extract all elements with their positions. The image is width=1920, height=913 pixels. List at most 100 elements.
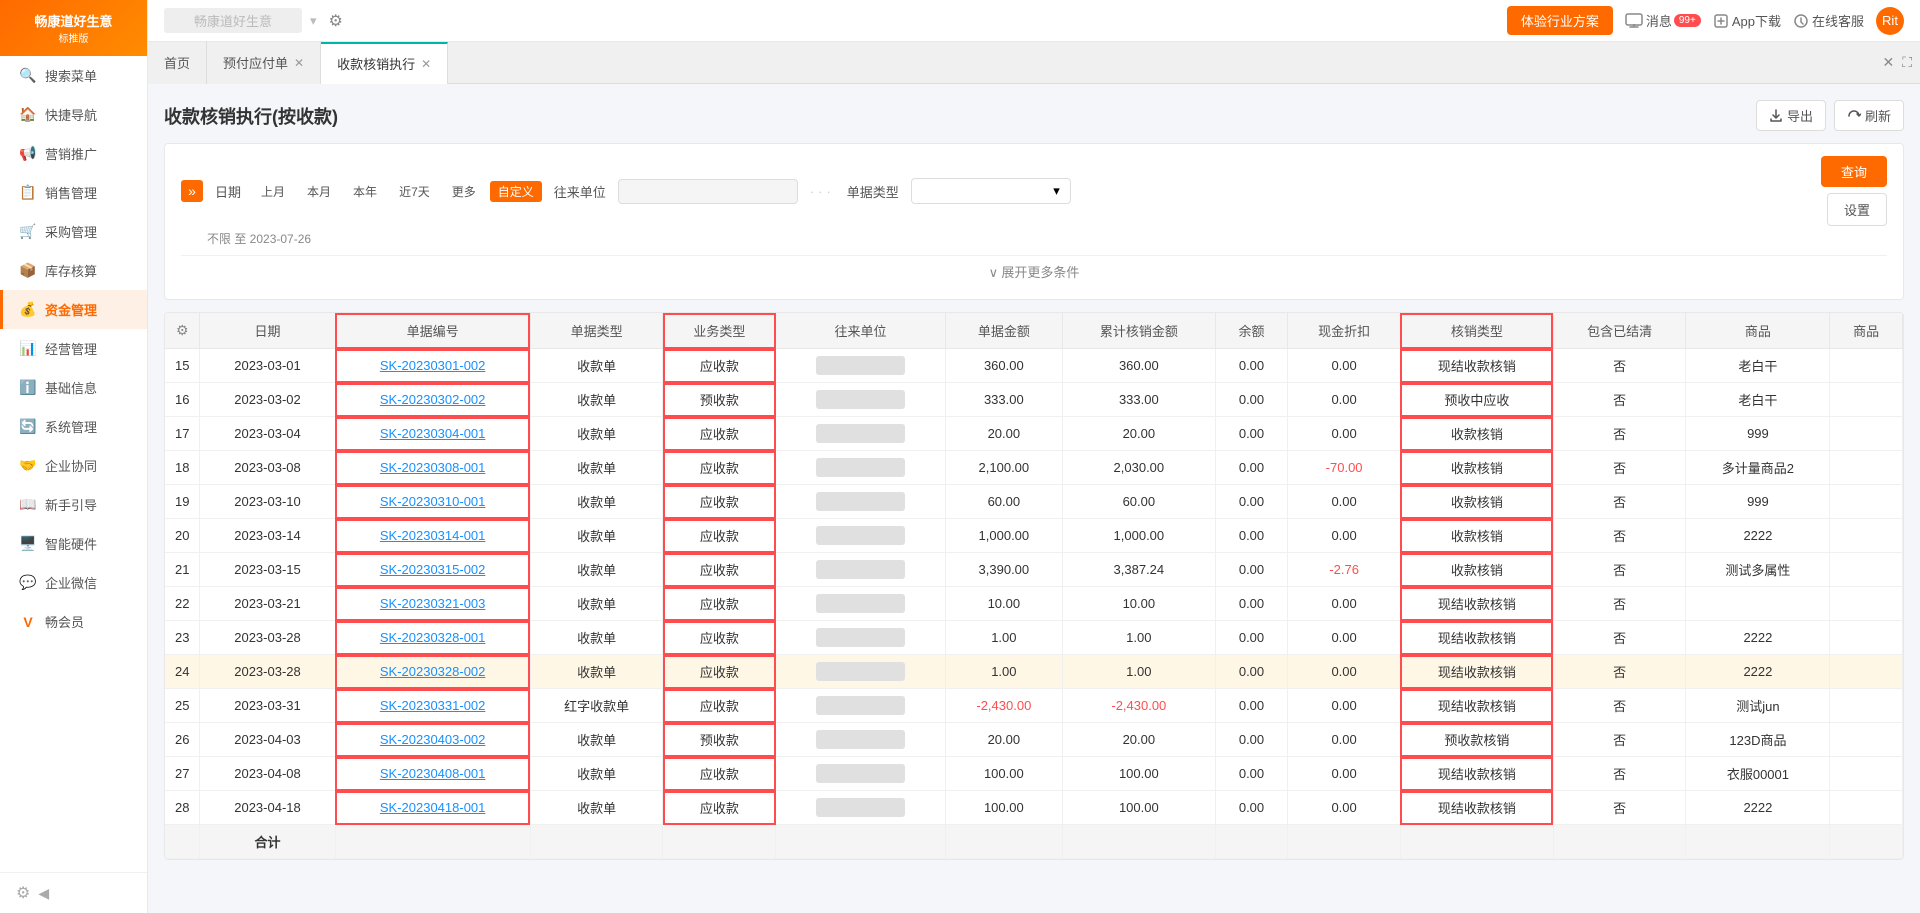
solution-button[interactable]: 体验行业方案 <box>1507 6 1613 35</box>
sidebar-item-wechat[interactable]: 💬 企业微信 <box>0 563 147 602</box>
message-icon[interactable]: 消息 99+ <box>1625 11 1701 30</box>
refresh-button[interactable]: 刷新 <box>1834 100 1904 131</box>
table-cell[interactable]: SK-20230321-003 <box>335 587 530 621</box>
table-cell: 10.00 <box>945 587 1062 621</box>
breadcrumb: 畅康道好生意 ▾ ⚙ <box>164 8 1495 33</box>
sidebar-item-shortcut[interactable]: 🏠 快捷导航 <box>0 95 147 134</box>
table-cell: 预收中应收 <box>1400 383 1553 417</box>
summary-cell <box>663 825 776 859</box>
table-cell[interactable]: SK-20230315-002 <box>335 553 530 587</box>
table-cell <box>776 451 946 485</box>
sidebar-item-finance[interactable]: 💰 资金管理 <box>0 290 147 329</box>
table-cell: 100.00 <box>1062 791 1215 825</box>
date-opt-last-month[interactable]: 上月 <box>253 181 293 202</box>
sidebar-item-system[interactable]: 🔄 系统管理 <box>0 407 147 446</box>
table-cell[interactable]: SK-20230418-001 <box>335 791 530 825</box>
th-goods2: 商品 <box>1830 313 1903 349</box>
table-cell: 2222 <box>1686 519 1830 553</box>
inventory-icon: 📦 <box>19 262 37 280</box>
sidebar-item-guide[interactable]: 📖 新手引导 <box>0 485 147 524</box>
th-settled: 包含已结清 <box>1553 313 1686 349</box>
tab-expand-icon[interactable]: ⛶ <box>1902 54 1912 71</box>
online-service-link[interactable]: 在线客服 <box>1793 11 1864 30</box>
tab-receipt-close[interactable]: ✕ <box>421 57 431 71</box>
table-card: ⚙ 日期 单据编号 单据类型 业务类型 往来单位 单据金额 累计核销金额 余额 … <box>164 312 1904 860</box>
tab-home[interactable]: 首页 <box>148 42 207 84</box>
table-cell <box>776 621 946 655</box>
table-cell: 0.00 <box>1215 519 1288 553</box>
gear-icon[interactable]: ⚙ <box>176 322 189 338</box>
table-cell: 收款单 <box>530 553 663 587</box>
table-cell: 3,390.00 <box>945 553 1062 587</box>
export-button[interactable]: 导出 <box>1756 100 1826 131</box>
sidebar-settings-icon[interactable]: ⚙ <box>16 883 30 903</box>
sidebar-collapse-icon[interactable]: ◀ <box>38 885 49 902</box>
topbar-gear-icon[interactable]: ⚙ <box>329 11 343 31</box>
sidebar-item-search[interactable]: 🔍 搜索菜单 <box>0 56 147 95</box>
dots-placeholder: ··· <box>810 184 835 199</box>
voucher-type-select[interactable]: ▾ <box>911 178 1071 204</box>
table-cell[interactable]: SK-20230302-002 <box>335 383 530 417</box>
sidebar-item-member[interactable]: V 畅会员 <box>0 602 147 641</box>
sidebar-item-hardware[interactable]: 🖥️ 智能硬件 <box>0 524 147 563</box>
table-cell: 0.00 <box>1288 655 1401 689</box>
tab-receipt[interactable]: 收款核销执行 ✕ <box>321 42 448 84</box>
marketing-icon: 📢 <box>19 145 37 163</box>
tab-prepay-close[interactable]: ✕ <box>294 56 304 70</box>
expand-more-btn[interactable]: ∨ 展开更多条件 <box>181 255 1887 287</box>
table-cell: 3,387.24 <box>1062 553 1215 587</box>
sidebar-item-enterprise[interactable]: 🤝 企业协同 <box>0 446 147 485</box>
table-cell[interactable]: SK-20230314-001 <box>335 519 530 553</box>
table-cell[interactable]: SK-20230301-002 <box>335 349 530 383</box>
sidebar-item-basic[interactable]: ℹ️ 基础信息 <box>0 368 147 407</box>
table-cell: 应收款 <box>663 621 776 655</box>
table-cell[interactable]: SK-20230310-001 <box>335 485 530 519</box>
table-cell: 17 <box>165 417 200 451</box>
table-cell: 预收款 <box>663 723 776 757</box>
table-cell: 100.00 <box>945 791 1062 825</box>
table-cell[interactable]: SK-20230308-001 <box>335 451 530 485</box>
filter-settings-button[interactable]: 设置 <box>1827 193 1887 226</box>
table-cell: 现结收款核销 <box>1400 689 1553 723</box>
table-cell[interactable]: SK-20230331-002 <box>335 689 530 723</box>
table-row: 162023-03-02SK-20230302-002收款单预收款 333.00… <box>165 383 1903 417</box>
user-avatar[interactable]: Rit <box>1876 7 1904 35</box>
filter-row-main: » 日期 上月 本月 本年 近7天 更多 自定义 往来单位 ··· 单据类型 <box>181 156 1887 226</box>
table-cell[interactable]: SK-20230328-001 <box>335 621 530 655</box>
app-download-link[interactable]: App下载 <box>1713 11 1781 30</box>
tab-close-all-icon[interactable]: ✕ <box>1882 54 1894 71</box>
sidebar-item-sales[interactable]: 📋 销售管理 <box>0 173 147 212</box>
dropdown-arrow[interactable]: ▾ <box>310 13 317 29</box>
filter-expand-toggle[interactable]: » <box>181 180 203 202</box>
table-cell: 25 <box>165 689 200 723</box>
table-cell <box>1830 723 1903 757</box>
table-cell: 0.00 <box>1215 621 1288 655</box>
tab-prepay[interactable]: 预付应付单 ✕ <box>207 42 321 84</box>
table-cell: 应收款 <box>663 655 776 689</box>
table-cell: 2222 <box>1686 621 1830 655</box>
table-cell[interactable]: SK-20230304-001 <box>335 417 530 451</box>
table-cell[interactable]: SK-20230408-001 <box>335 757 530 791</box>
sidebar-item-marketing[interactable]: 📢 营销推广 <box>0 134 147 173</box>
date-opt-this-month[interactable]: 本月 <box>299 181 339 202</box>
th-gear[interactable]: ⚙ <box>165 313 200 349</box>
table-cell: 123D商品 <box>1686 723 1830 757</box>
table-cell: 应收款 <box>663 519 776 553</box>
page-title: 收款核销执行(按收款) <box>164 103 338 129</box>
table-cell: 老白干 <box>1686 349 1830 383</box>
party-input[interactable] <box>618 179 798 204</box>
table-cell: 否 <box>1553 553 1686 587</box>
table-cell: 0.00 <box>1288 587 1401 621</box>
table-cell <box>1830 587 1903 621</box>
table-cell[interactable]: SK-20230403-002 <box>335 723 530 757</box>
sidebar-item-purchase[interactable]: 🛒 采购管理 <box>0 212 147 251</box>
query-button[interactable]: 查询 <box>1821 156 1887 187</box>
sidebar-item-inventory[interactable]: 📦 库存核算 <box>0 251 147 290</box>
date-opt-7days[interactable]: 近7天 <box>391 181 438 202</box>
date-opt-this-year[interactable]: 本年 <box>345 181 385 202</box>
sidebar-item-operations[interactable]: 📊 经营管理 <box>0 329 147 368</box>
table-cell[interactable]: SK-20230328-002 <box>335 655 530 689</box>
date-opt-custom[interactable]: 自定义 <box>490 181 542 202</box>
date-opt-more[interactable]: 更多 <box>444 181 484 202</box>
table-cell: 现结收款核销 <box>1400 655 1553 689</box>
